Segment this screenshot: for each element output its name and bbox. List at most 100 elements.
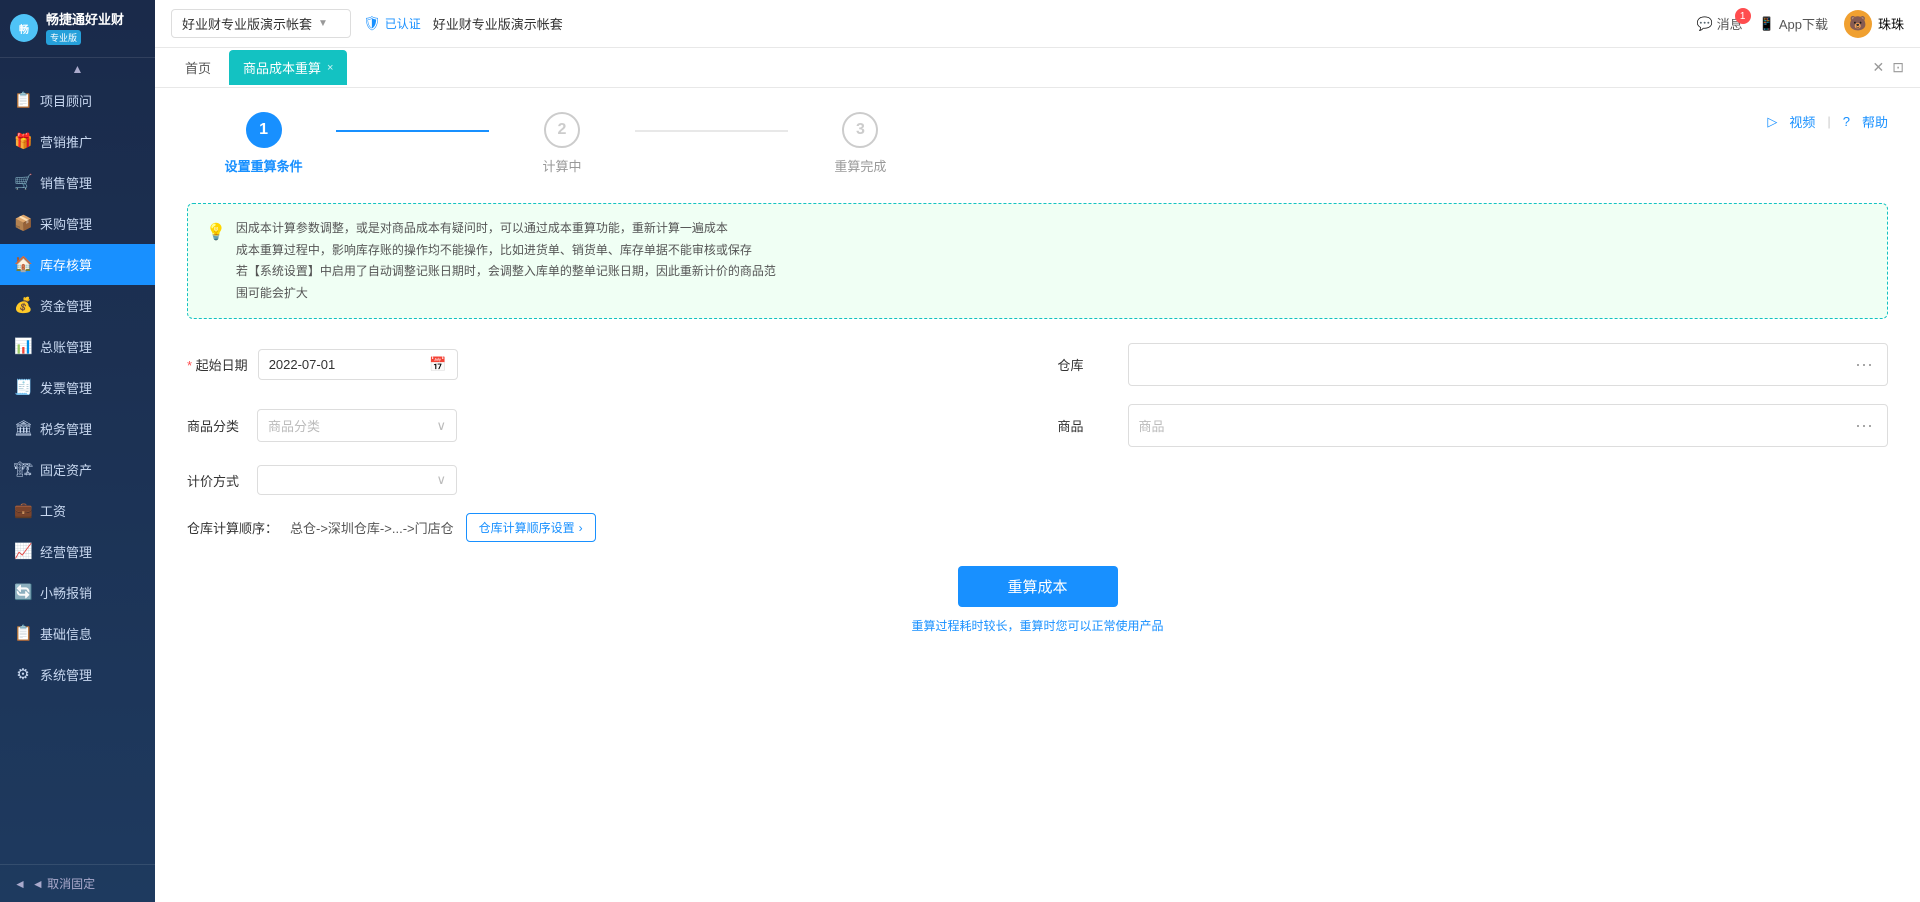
sidebar-item-project[interactable]: 📋 项目顾问 [0,80,155,121]
tab-cost-recalc[interactable]: 商品成本重算 × [229,50,347,85]
content-area: 1 设置重算条件 2 计算中 3 重算完成 ▷ 视频 | ? [155,88,1920,902]
step-1-label: 设置重算条件 [225,156,303,175]
window-expand-button[interactable]: ⊡ [1892,59,1904,76]
step-2-label: 计算中 [543,156,582,175]
sidebar-nav: 📋 项目顾问 🎁 营销推广 🛒 销售管理 📦 采购管理 🏠 库存核算 💰 资金管… [0,80,155,864]
sidebar-item-operations[interactable]: 📈 经营管理 [0,531,155,572]
pricing-select[interactable]: ∨ [257,465,457,495]
sidebar-item-label: 采购管理 [40,214,92,233]
app-download-label: App下载 [1779,14,1828,33]
step-line-2 [635,130,788,132]
topbar: 好业财专业版演示帐套 ▼ 🛡 已认证 好业财专业版演示帐套 💬 消息 1 📱 A… [155,0,1920,48]
sidebar-item-label: 小畅报销 [40,583,92,602]
goods-label: 商品 [1058,416,1118,435]
info-line-2: 成本重算过程中，影响库存账的操作均不能操作，比如进货单、销货单、库存单据不能审核… [236,240,776,262]
tab-close-icon[interactable]: × [327,62,333,74]
warehouse-order-label: 仓库计算顺序： [187,518,278,537]
sidebar-item-accounting[interactable]: 📊 总账管理 [0,326,155,367]
sales-icon: 🛒 [14,173,32,191]
sidebar-item-expense[interactable]: 🔄 小畅报销 [0,572,155,613]
sidebar-item-assets[interactable]: 🏗 固定资产 [0,449,155,490]
account-dropdown-icon: ▼ [318,18,328,29]
expense-icon: 🔄 [14,583,32,601]
pricing-field: 计价方式 ∨ [187,465,1018,495]
sidebar-item-salary[interactable]: 💼 工资 [0,490,155,531]
sidebar-item-finance[interactable]: 💰 资金管理 [0,285,155,326]
purchase-icon: 📦 [14,214,32,232]
sidebar-unpin[interactable]: ◄ ◄ 取消固定 [0,864,155,902]
sidebar-item-invoice[interactable]: 🧾 发票管理 [0,367,155,408]
goods-input[interactable]: 商品 ··· [1128,404,1889,447]
steps-row: 1 设置重算条件 2 计算中 3 重算完成 [187,112,937,175]
tabs-bar: 首页 商品成本重算 × ✕ ⊡ [155,48,1920,88]
step-3-label: 重算完成 [834,156,886,175]
account-selector[interactable]: 好业财专业版演示帐套 ▼ [171,9,351,38]
goods-dots-icon[interactable]: ··· [1851,411,1877,440]
info-line-1: 因成本计算参数调整，或是对商品成本有疑问时，可以通过成本重算功能，重新计算一遍成… [236,218,776,240]
app-title: 畅捷通好业财 [46,12,124,28]
category-select[interactable]: 商品分类 ∨ [257,409,457,442]
info-line-4: 围可能会扩大 [236,283,776,305]
calendar-icon[interactable]: 📅 [429,356,446,373]
message-button[interactable]: 💬 消息 1 [1696,14,1742,33]
topbar-account-name: 好业财专业版演示帐套 [433,14,563,33]
help-link[interactable]: 帮助 [1862,112,1888,131]
sidebar-item-system[interactable]: ⚙ 系统管理 [0,654,155,695]
sidebar-item-basic[interactable]: 📋 基础信息 [0,613,155,654]
sidebar-item-label: 经营管理 [40,542,92,561]
project-icon: 📋 [14,91,32,109]
sidebar-item-label: 总账管理 [40,337,92,356]
sidebar-item-purchase[interactable]: 📦 采购管理 [0,203,155,244]
sidebar-item-label: 资金管理 [40,296,92,315]
category-dropdown-icon: ∨ [436,418,446,434]
sidebar-item-sales[interactable]: 🛒 销售管理 [0,162,155,203]
tab-home[interactable]: 首页 [171,50,225,85]
invoice-icon: 🧾 [14,378,32,396]
sidebar-item-label: 库存核算 [40,255,92,274]
sidebar-scroll-up[interactable]: ▲ [0,58,155,80]
message-badge: 1 [1735,8,1751,24]
warehouse-order-setting-label: 仓库计算顺序设置 [479,519,575,536]
user-menu[interactable]: 🐻 珠珠 [1844,10,1904,38]
pricing-label: 计价方式 [187,471,247,490]
help-icon: ? [1843,114,1850,129]
recalc-button[interactable]: 重算成本 [958,566,1118,607]
warehouse-dots-icon[interactable]: ··· [1851,350,1877,379]
account-selector-text: 好业财专业版演示帐套 [182,14,312,33]
sidebar-item-tax[interactable]: 🏛 税务管理 [0,408,155,449]
accounting-icon: 📊 [14,337,32,355]
sidebar-item-label: 系统管理 [40,665,92,684]
step-3-circle: 3 [842,112,878,148]
window-close-button[interactable]: ✕ [1873,59,1885,76]
info-line-3: 若【系统设置】中启用了自动调整记账日期时，会调整入库单的整单记账日期，因此重新计… [236,261,776,283]
form-section: 起始日期 2022-07-01 📅 仓库 ··· 商品分类 [187,343,1888,495]
main-area: 好业财专业版演示帐套 ▼ 🛡 已认证 好业财专业版演示帐套 💬 消息 1 📱 A… [155,0,1920,902]
video-link[interactable]: 视频 [1789,112,1815,131]
warehouse-input[interactable]: ··· [1128,343,1889,386]
video-icon: ▷ [1767,114,1777,130]
info-icon: 💡 [206,219,226,304]
warehouse-label: 仓库 [1058,355,1118,374]
assets-icon: 🏗 [14,460,32,478]
sidebar-item-inventory[interactable]: 🏠 库存核算 [0,244,155,285]
salary-icon: 💼 [14,501,32,519]
sidebar-item-label: 项目顾问 [40,91,92,110]
step-2-circle: 2 [544,112,580,148]
system-icon: ⚙ [14,665,32,683]
goods-placeholder: 商品 [1139,416,1165,435]
warehouse-field: 仓库 ··· [1058,343,1889,386]
app-badge: 专业版 [46,30,81,45]
user-name: 珠珠 [1878,14,1904,33]
separator: | [1827,114,1830,129]
main-btn-area: 重算成本 重算过程耗时较长，重算时您可以正常使用产品 [187,566,1888,634]
category-label: 商品分类 [187,416,247,435]
sidebar-item-label: 销售管理 [40,173,92,192]
verified-text: 已认证 [385,15,421,32]
start-date-input[interactable]: 2022-07-01 📅 [258,349,458,380]
sidebar-item-marketing[interactable]: 🎁 营销推广 [0,121,155,162]
topbar-actions: 💬 消息 1 📱 App下载 🐻 珠珠 [1696,10,1904,38]
message-icon: 💬 [1696,16,1712,32]
tab-window-controls: ✕ ⊡ [1873,59,1904,76]
warehouse-order-setting-button[interactable]: 仓库计算顺序设置 › [466,513,596,542]
app-download-button[interactable]: 📱 App下载 [1759,14,1828,33]
